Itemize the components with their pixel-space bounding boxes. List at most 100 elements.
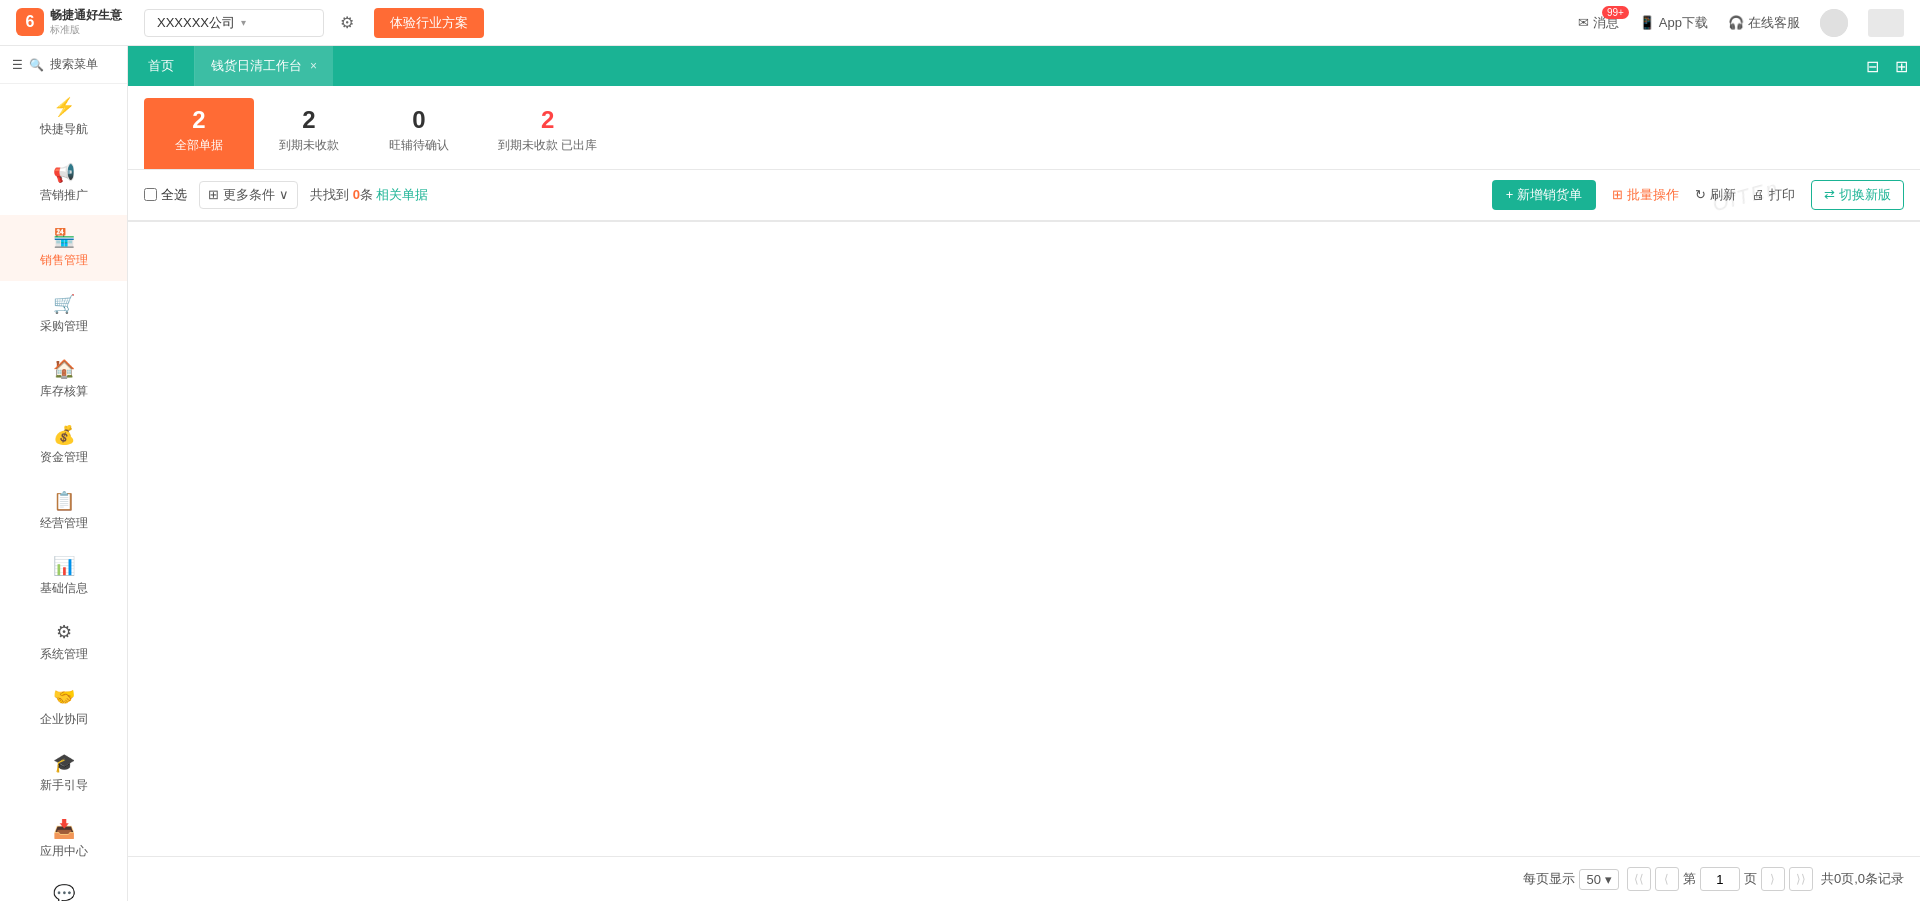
- sidebar-item-wechat[interactable]: 💬 企业微信: [0, 871, 127, 901]
- minimize-icon[interactable]: ⊟: [1862, 53, 1883, 80]
- sidebar-search[interactable]: ☰ 🔍 搜索菜单: [0, 46, 127, 84]
- select-all-label: 全选: [161, 186, 187, 204]
- sidebar-item-quick-nav[interactable]: ⚡ 快捷导航: [0, 84, 127, 150]
- search-menu-icon2: 🔍: [29, 58, 44, 72]
- page-size-box[interactable]: 50 ▾: [1579, 869, 1618, 890]
- sidebar-item-sales[interactable]: 🏪 销售管理: [0, 215, 127, 281]
- message-action[interactable]: ✉ 消息 99+: [1578, 14, 1619, 32]
- app-center-icon: 📥: [53, 818, 75, 840]
- user-menu-placeholder[interactable]: [1868, 9, 1904, 37]
- tab-bar-actions: ⊟ ⊞: [1862, 53, 1920, 80]
- tab-active[interactable]: 钱货日清工作台 ×: [195, 46, 333, 86]
- sidebar-item-purchase[interactable]: 🛒 采购管理: [0, 281, 127, 347]
- found-link[interactable]: 相关单据: [376, 187, 428, 202]
- main-container: ☰ 🔍 搜索菜单 ⚡ 快捷导航 📢 营销推广 🏪 销售管理 🛒 采购管理 🏠 库…: [0, 46, 1920, 901]
- trial-button[interactable]: 体验行业方案: [374, 8, 484, 38]
- sidebar-item-finance[interactable]: 💰 资金管理: [0, 412, 127, 478]
- found-prefix: 共找到: [310, 187, 349, 202]
- message-badge: 99+: [1602, 6, 1629, 19]
- sidebar-item-label: 销售管理: [40, 253, 88, 269]
- refresh-label: 刷新: [1710, 186, 1736, 204]
- tab-close-icon[interactable]: ×: [310, 60, 317, 72]
- stat-label-pending: 旺辅待确认: [389, 137, 449, 154]
- page-content: 2 全部单据 2 到期未收款 0 旺辅待确认 2 到期未收款 已出库: [128, 86, 1920, 901]
- sidebar-item-label: 资金管理: [40, 450, 88, 466]
- operations-icon: 📋: [53, 490, 75, 512]
- app-download-label: App下载: [1659, 14, 1708, 32]
- sidebar-item-label: 新手引导: [40, 778, 88, 794]
- select-all-input[interactable]: [144, 188, 157, 201]
- logo-text: 畅捷通好生意 标准版: [50, 8, 122, 36]
- service-icon: 🎧: [1728, 15, 1744, 30]
- next-page-button[interactable]: ⟩: [1761, 867, 1785, 891]
- company-selector[interactable]: XXXXXX公司 ▾: [144, 9, 324, 37]
- message-icon: ✉: [1578, 15, 1589, 30]
- print-label: 打印: [1769, 186, 1795, 204]
- select-all-checkbox[interactable]: 全选: [144, 186, 187, 204]
- app-download-action[interactable]: 📱 App下载: [1639, 14, 1708, 32]
- tab-home[interactable]: 首页: [128, 46, 195, 86]
- prev-page-button[interactable]: ⟨: [1655, 867, 1679, 891]
- sidebar-item-operations[interactable]: 📋 经营管理: [0, 478, 127, 544]
- found-suffix: 条: [360, 187, 373, 202]
- batch-label: 批量操作: [1627, 186, 1679, 204]
- add-sale-button[interactable]: + 新增销货单: [1492, 180, 1596, 210]
- sidebar-item-marketing[interactable]: 📢 营销推广: [0, 150, 127, 216]
- sidebar-item-base-info[interactable]: 📊 基础信息: [0, 543, 127, 609]
- pagination-bar: 每页显示 50 ▾ ⟨⟨ ⟨ 第 页 ⟩ ⟩⟩ 共0页,0条记录: [128, 856, 1920, 901]
- logo-icon: 6: [16, 8, 44, 36]
- maximize-icon[interactable]: ⊞: [1891, 53, 1912, 80]
- page-size-value: 50: [1586, 872, 1600, 887]
- top-header: 6 畅捷通好生意 标准版 XXXXXX公司 ▾ ⚙ 体验行业方案 ✉ 消息 99…: [0, 0, 1920, 46]
- page-size-label: 每页显示: [1523, 870, 1575, 888]
- batch-icon: ⊞: [1612, 187, 1623, 202]
- online-service-action[interactable]: 🎧 在线客服: [1728, 14, 1800, 32]
- stat-tab-all[interactable]: 2 全部单据: [144, 98, 254, 169]
- sidebar-item-label: 营销推广: [40, 188, 88, 204]
- settings-icon[interactable]: ⚙: [332, 8, 362, 38]
- page-suffix: 页: [1744, 870, 1757, 888]
- stat-count-all: 2: [192, 106, 205, 135]
- switch-new-button[interactable]: ⇄ 切换新版: [1811, 180, 1904, 210]
- filter-label: 更多条件: [223, 186, 275, 204]
- first-page-button[interactable]: ⟨⟨: [1627, 867, 1651, 891]
- sidebar-item-system[interactable]: ⚙ 系统管理: [0, 609, 127, 675]
- quick-nav-icon: ⚡: [53, 96, 75, 118]
- purchase-icon: 🛒: [53, 293, 75, 315]
- switch-label: 切换新版: [1839, 186, 1891, 204]
- logo-subtitle: 标准版: [50, 23, 122, 37]
- last-page-button[interactable]: ⟩⟩: [1789, 867, 1813, 891]
- sidebar-item-label: 企业协同: [40, 712, 88, 728]
- sidebar-item-label: 应用中心: [40, 844, 88, 860]
- stat-tab-overdue[interactable]: 2 到期未收款: [254, 98, 364, 169]
- sidebar-item-label: 采购管理: [40, 319, 88, 335]
- page-label: 第: [1683, 870, 1696, 888]
- sidebar-item-label: 经营管理: [40, 516, 88, 532]
- search-menu-label: 搜索菜单: [50, 56, 98, 73]
- sidebar-item-app-center[interactable]: 📥 应用中心: [0, 806, 127, 872]
- guide-icon: 🎓: [53, 752, 75, 774]
- inventory-icon: 🏠: [53, 358, 75, 380]
- batch-op-button[interactable]: ⊞ 批量操作: [1612, 186, 1679, 204]
- stat-label-all: 全部单据: [175, 137, 223, 154]
- print-button[interactable]: 🖨 打印: [1752, 186, 1795, 204]
- sidebar-item-guide[interactable]: 🎓 新手引导: [0, 740, 127, 806]
- refresh-button[interactable]: ↻ 刷新: [1695, 186, 1736, 204]
- table-area: [128, 221, 1920, 856]
- avatar-image: [1820, 9, 1848, 37]
- sidebar-item-inventory[interactable]: 🏠 库存核算: [0, 346, 127, 412]
- toolbar: 全选 ⊞ 更多条件 ∨ 共找到 0条 相关单据 + 新增销货单 ⊞ 批量操作: [128, 170, 1920, 221]
- filter-button[interactable]: ⊞ 更多条件 ∨: [199, 181, 298, 209]
- sidebar-item-label: 库存核算: [40, 384, 88, 400]
- page-input[interactable]: [1700, 867, 1740, 891]
- sidebar-item-label: 基础信息: [40, 581, 88, 597]
- filter-icon: ⊞: [208, 187, 219, 202]
- stat-tab-shipped[interactable]: 2 到期未收款 已出库: [474, 98, 621, 169]
- stat-tab-pending[interactable]: 0 旺辅待确认: [364, 98, 474, 169]
- avatar[interactable]: [1820, 9, 1848, 37]
- sidebar: ☰ 🔍 搜索菜单 ⚡ 快捷导航 📢 营销推广 🏪 销售管理 🛒 采购管理 🏠 库…: [0, 46, 128, 901]
- sidebar-item-enterprise[interactable]: 🤝 企业协同: [0, 674, 127, 740]
- search-menu-icon: ☰: [12, 58, 23, 72]
- chevron-down-filter-icon: ∨: [279, 187, 289, 202]
- finance-icon: 💰: [53, 424, 75, 446]
